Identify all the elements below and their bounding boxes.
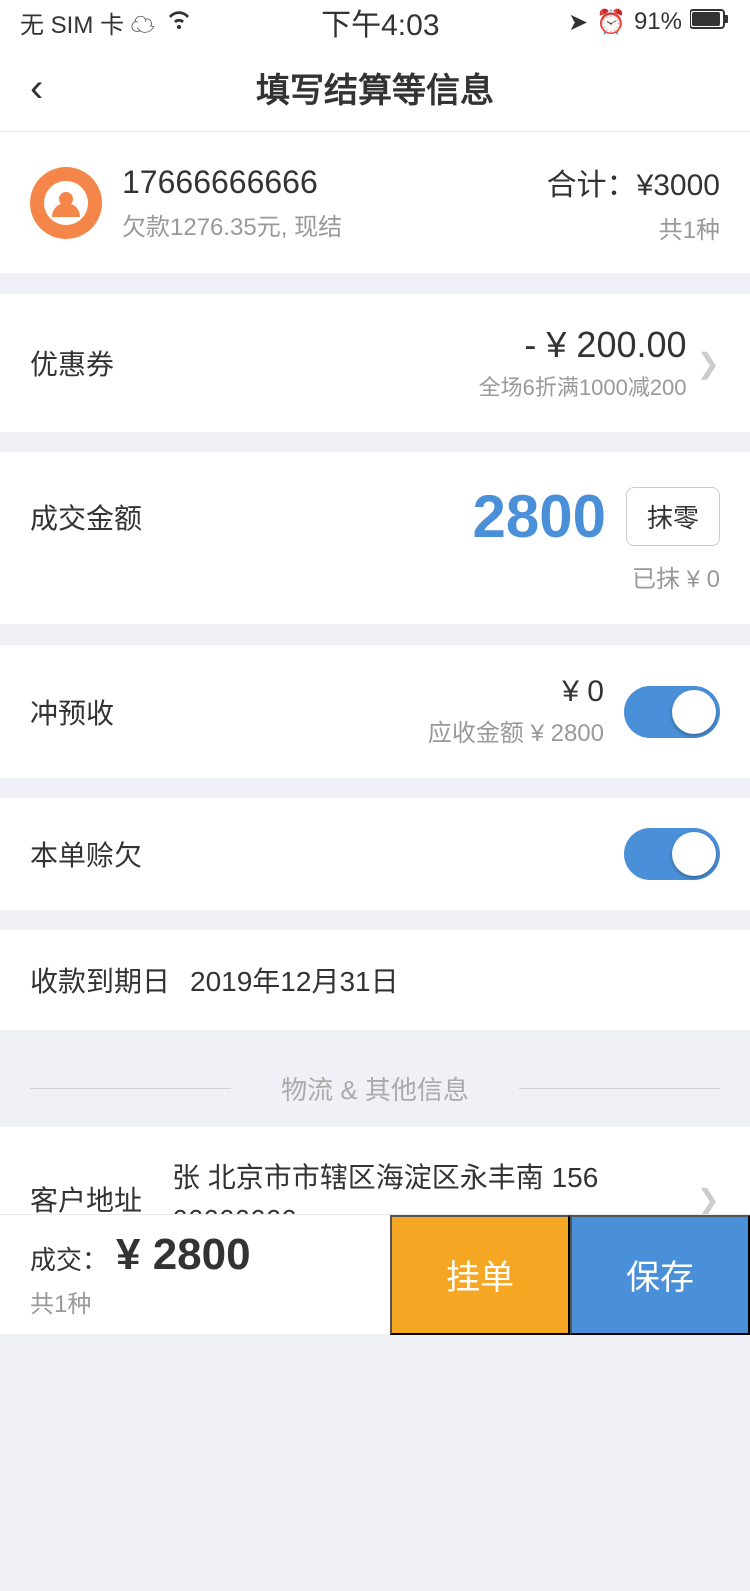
bottom-deal-label: 成交： bbox=[30, 1240, 108, 1277]
total-amount: 合计：¥3000 bbox=[547, 160, 720, 204]
debit-label: 本单赊欠 bbox=[30, 834, 142, 874]
divider-line-right bbox=[519, 1088, 720, 1089]
due-date-value: 2019年12月31日 bbox=[190, 960, 399, 1000]
transaction-amount: 2800 bbox=[473, 482, 606, 551]
avatar bbox=[30, 167, 102, 239]
customer-section: 17666666666 欠款1276.35元, 现结 合计：¥3000 共1种 bbox=[0, 132, 750, 273]
debit-section: 本单赊欠 bbox=[0, 798, 750, 910]
prepay-label: 冲预收 bbox=[30, 692, 114, 732]
total-label: 合计： bbox=[547, 169, 637, 202]
round-button[interactable]: 抹零 bbox=[626, 487, 720, 546]
status-bar: 无 SIM 卡 ☁ 下午4:03 ➤ ⏰ 91% bbox=[0, 0, 750, 44]
transaction-row: 成交金额 2800 抹零 bbox=[30, 482, 720, 551]
prepay-right: ¥ 0 应收金额 ¥ 2800 bbox=[114, 675, 604, 748]
prepay-row: 冲预收 ¥ 0 应收金额 ¥ 2800 bbox=[0, 644, 750, 778]
status-time: 下午4:03 bbox=[321, 0, 439, 44]
transaction-section: 成交金额 2800 抹零 已抹 ¥ 0 bbox=[0, 452, 750, 624]
due-date-label: 收款到期日 bbox=[30, 960, 170, 1000]
total-count: 共1种 bbox=[547, 210, 720, 245]
toggle-knob bbox=[672, 690, 716, 734]
customer-phone: 17666666666 bbox=[122, 164, 547, 201]
bottom-count: 共1种 bbox=[30, 1284, 360, 1319]
nav-title: 填写结算等信息 bbox=[256, 63, 494, 112]
battery-percent: 91% bbox=[634, 8, 682, 36]
battery-icon bbox=[690, 8, 730, 37]
total-value: ¥3000 bbox=[637, 169, 720, 202]
transaction-sub: 已抹 ¥ 0 bbox=[30, 559, 720, 594]
prepay-amount: ¥ 0 bbox=[562, 675, 604, 709]
prepay-sub: 应收金额 ¥ 2800 bbox=[428, 713, 604, 748]
customer-total: 合计：¥3000 共1种 bbox=[547, 160, 720, 245]
transaction-amount-group: 2800 抹零 bbox=[473, 482, 721, 551]
hang-button[interactable]: 挂单 bbox=[390, 1215, 570, 1335]
customer-debt: 欠款1276.35元, 现结 bbox=[122, 207, 547, 242]
bottom-amount: ¥ 2800 bbox=[116, 1230, 251, 1280]
location-icon: ➤ bbox=[568, 8, 588, 37]
coupon-chevron-icon: ❯ bbox=[697, 347, 720, 380]
prepay-toggle[interactable] bbox=[624, 686, 720, 738]
nav-bar: ‹ 填写结算等信息 bbox=[0, 44, 750, 132]
address-label: 客户地址 bbox=[30, 1179, 142, 1219]
sim-label: 无 SIM 卡 ☁ bbox=[20, 5, 155, 40]
divider-text: 物流 & 其他信息 bbox=[281, 1070, 469, 1107]
status-right: ➤ ⏰ 91% bbox=[568, 8, 730, 37]
divider-section: 物流 & 其他信息 bbox=[0, 1050, 750, 1127]
coupon-amount: - ¥ 200.00 bbox=[524, 324, 686, 366]
due-date-section: 收款到期日 2019年12月31日 bbox=[0, 930, 750, 1030]
customer-info: 17666666666 欠款1276.35元, 现结 bbox=[102, 164, 547, 242]
coupon-label: 优惠券 bbox=[30, 343, 114, 383]
debit-toggle[interactable] bbox=[624, 828, 720, 880]
back-button[interactable]: ‹ bbox=[30, 68, 43, 108]
coupon-desc: 全场6折满1000减200 bbox=[479, 370, 687, 402]
debit-toggle-knob bbox=[672, 832, 716, 876]
status-left: 无 SIM 卡 ☁ bbox=[20, 5, 193, 40]
coupon-right: - ¥ 200.00 全场6折满1000减200 bbox=[114, 324, 687, 402]
coupon-row[interactable]: 优惠券 - ¥ 200.00 全场6折满1000减200 ❯ bbox=[0, 293, 750, 432]
bottom-info: 成交： ¥ 2800 共1种 bbox=[0, 1230, 390, 1319]
transaction-label: 成交金额 bbox=[30, 497, 142, 537]
address-chevron-icon: ❯ bbox=[697, 1183, 720, 1216]
save-button[interactable]: 保存 bbox=[570, 1215, 750, 1335]
bottom-bar: 成交： ¥ 2800 共1种 挂单 保存 bbox=[0, 1214, 750, 1334]
avatar-icon bbox=[44, 181, 88, 225]
divider-line-left bbox=[30, 1088, 231, 1089]
wifi-icon bbox=[165, 8, 193, 36]
alarm-icon: ⏰ bbox=[596, 8, 626, 37]
